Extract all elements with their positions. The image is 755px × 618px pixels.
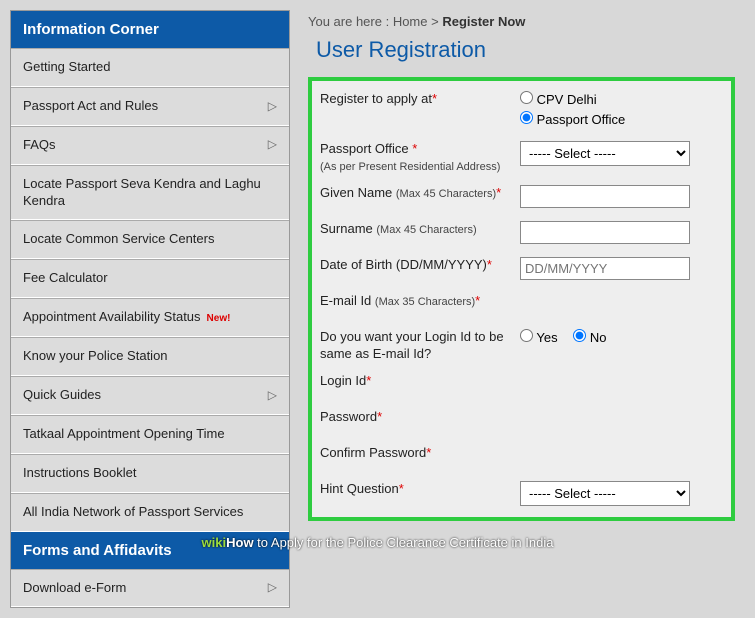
sidebar-item-locate-kendra[interactable]: Locate Passport Seva Kendra and Laghu Ke…	[11, 165, 289, 221]
chevron-right-icon: ▷	[268, 137, 277, 153]
watermark: wikiHow to Apply for the Police Clearanc…	[0, 535, 755, 550]
registration-form: Register to apply at* CPV Delhi Passport…	[308, 77, 735, 521]
label-hint-question: Hint Question*	[320, 481, 520, 498]
radio-no[interactable]: No	[573, 329, 606, 345]
label-given-name: Given Name (Max 45 Characters)*	[320, 185, 520, 202]
main-content: You are here : Home > Register Now User …	[298, 10, 745, 608]
surname-input[interactable]	[520, 221, 690, 244]
given-name-input[interactable]	[520, 185, 690, 208]
sidebar-item-appointment[interactable]: Appointment Availability StatusNew!	[11, 298, 289, 337]
breadcrumb: You are here : Home > Register Now	[308, 14, 735, 29]
sidebar-item-quick-guides[interactable]: Quick Guides▷	[11, 376, 289, 415]
breadcrumb-home[interactable]: Home	[393, 14, 428, 29]
label-surname: Surname (Max 45 Characters)	[320, 221, 520, 238]
sidebar-item-police-station[interactable]: Know your Police Station	[11, 337, 289, 376]
sidebar-item-getting-started[interactable]: Getting Started	[11, 48, 289, 87]
sidebar-item-locate-csc[interactable]: Locate Common Service Centers	[11, 220, 289, 259]
label-login-id: Login Id*	[320, 373, 520, 390]
label-register-at: Register to apply at*	[320, 91, 520, 108]
label-dob: Date of Birth (DD/MM/YYYY)*	[320, 257, 520, 274]
label-same-login: Do you want your Login Id to be same as …	[320, 329, 520, 363]
sidebar-item-fee-calc[interactable]: Fee Calculator	[11, 259, 289, 298]
same-login-radios: Yes No	[520, 329, 723, 345]
sidebar-item-network[interactable]: All India Network of Passport Services	[11, 493, 289, 532]
radio-passport-office[interactable]: Passport Office	[520, 111, 723, 127]
radio-yes[interactable]: Yes	[520, 329, 558, 345]
dob-input[interactable]	[520, 257, 690, 280]
new-badge: New!	[207, 313, 231, 324]
chevron-right-icon: ▷	[268, 388, 277, 404]
label-email: E-mail Id (Max 35 Characters)*	[320, 293, 520, 310]
label-password: Password*	[320, 409, 520, 426]
sidebar-item-tatkaal[interactable]: Tatkaal Appointment Opening Time	[11, 415, 289, 454]
hint-question-select[interactable]: ----- Select -----	[520, 481, 690, 506]
chevron-right-icon: ▷	[268, 580, 277, 596]
breadcrumb-current: Register Now	[442, 14, 525, 29]
label-passport-office: Passport Office *(As per Present Residen…	[320, 141, 520, 175]
sidebar-item-passport-act[interactable]: Passport Act and Rules▷	[11, 87, 289, 126]
register-at-radios: CPV Delhi Passport Office	[520, 91, 723, 131]
sidebar-item-download-eform[interactable]: Download e-Form▷	[11, 569, 289, 608]
label-confirm-password: Confirm Password*	[320, 445, 520, 462]
chevron-right-icon: ▷	[268, 99, 277, 115]
passport-office-select[interactable]: ----- Select -----	[520, 141, 690, 166]
sidebar-item-instructions[interactable]: Instructions Booklet	[11, 454, 289, 493]
sidebar-item-faqs[interactable]: FAQs▷	[11, 126, 289, 165]
radio-cpv-delhi[interactable]: CPV Delhi	[520, 91, 723, 107]
sidebar-header-info: Information Corner	[11, 11, 289, 48]
page-title: User Registration	[316, 37, 735, 63]
sidebar: Information Corner Getting Started Passp…	[10, 10, 290, 608]
